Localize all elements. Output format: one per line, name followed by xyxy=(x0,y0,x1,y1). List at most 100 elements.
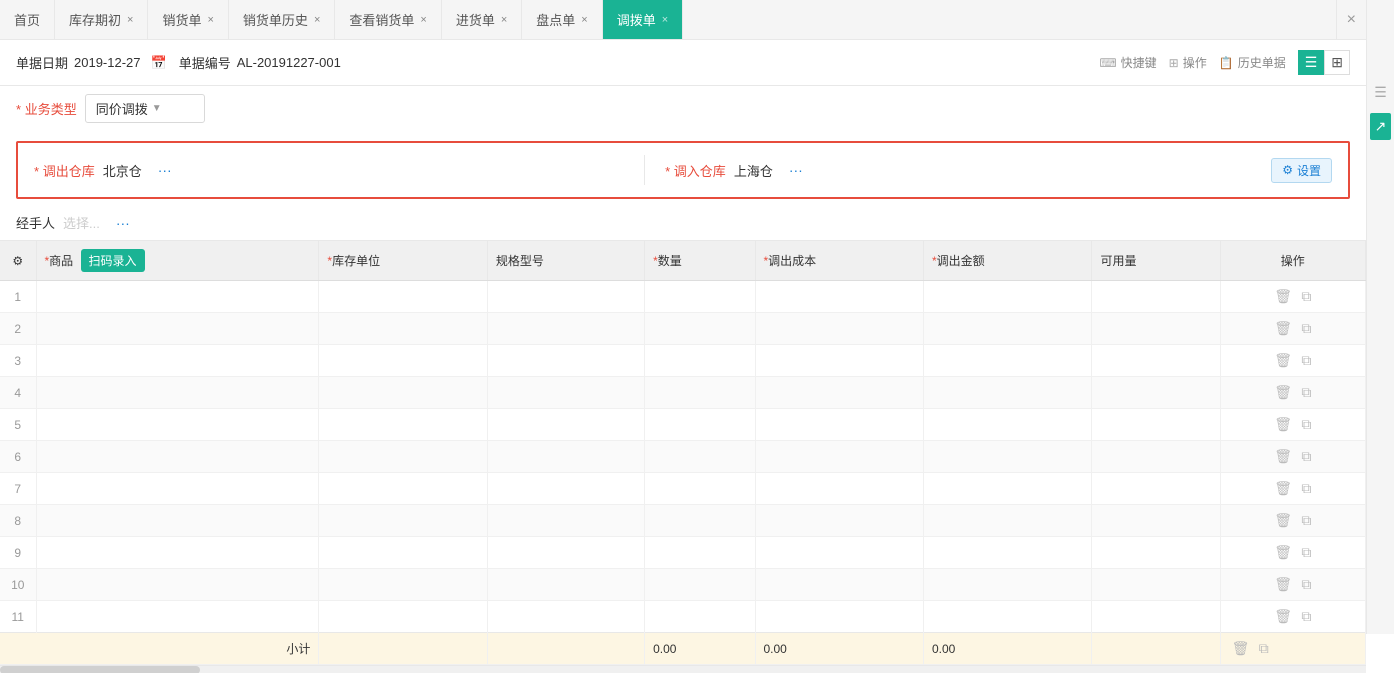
close-tab-inventory-check[interactable]: × xyxy=(581,14,587,26)
copy-row-icon[interactable]: ⧉ xyxy=(1301,320,1311,336)
close-tab-purchase-order[interactable]: × xyxy=(501,14,507,26)
cell-available[interactable] xyxy=(1092,313,1220,345)
scroll-thumb[interactable] xyxy=(0,666,200,673)
cell-cost[interactable] xyxy=(755,505,923,537)
delete-row-icon[interactable]: 🗑 xyxy=(1274,352,1292,368)
cell-qty[interactable] xyxy=(645,537,755,569)
cell-unit[interactable] xyxy=(319,473,487,505)
cell-spec[interactable] xyxy=(487,313,644,345)
tab-inventory-check[interactable]: 盘点单 × xyxy=(522,0,602,39)
cell-qty[interactable] xyxy=(645,377,755,409)
cell-available[interactable] xyxy=(1092,473,1220,505)
cell-available[interactable] xyxy=(1092,601,1220,633)
copy-row-icon[interactable]: ⧉ xyxy=(1301,544,1311,560)
copy-row-icon[interactable]: ⧉ xyxy=(1301,416,1311,432)
cell-cost[interactable] xyxy=(755,345,923,377)
cell-unit[interactable] xyxy=(319,409,487,441)
copy-row-icon[interactable]: ⧉ xyxy=(1301,448,1311,464)
cell-spec[interactable] xyxy=(487,601,644,633)
cell-product[interactable] xyxy=(36,505,319,537)
cell-amount[interactable] xyxy=(923,473,1091,505)
cell-amount[interactable] xyxy=(923,345,1091,377)
delete-row-icon[interactable]: 🗑 xyxy=(1274,544,1292,560)
view-grid-button[interactable]: ⊞ xyxy=(1324,50,1350,75)
cell-spec[interactable] xyxy=(487,441,644,473)
copy-row-icon[interactable]: ⧉ xyxy=(1301,576,1311,592)
cell-amount[interactable] xyxy=(923,505,1091,537)
handler-more[interactable]: ··· xyxy=(116,215,130,231)
cell-cost[interactable] xyxy=(755,313,923,345)
delete-row-icon[interactable]: 🗑 xyxy=(1274,480,1292,496)
cell-cost[interactable] xyxy=(755,281,923,313)
cell-spec[interactable] xyxy=(487,409,644,441)
tab-home[interactable]: 首页 xyxy=(0,0,55,39)
cell-amount[interactable] xyxy=(923,601,1091,633)
copy-row-icon[interactable]: ⧉ xyxy=(1301,608,1311,624)
warehouse-settings-button[interactable]: ⚙ 设置 xyxy=(1271,158,1332,183)
cell-product[interactable] xyxy=(36,537,319,569)
close-tab-view-sales[interactable]: × xyxy=(420,14,426,26)
scan-button[interactable]: 扫码录入 xyxy=(81,249,145,272)
cell-amount[interactable] xyxy=(923,441,1091,473)
cell-available[interactable] xyxy=(1092,569,1220,601)
warehouse-out-more[interactable]: ··· xyxy=(158,162,172,178)
copy-row-icon[interactable]: ⧉ xyxy=(1301,352,1311,368)
close-tab-sales-history[interactable]: × xyxy=(314,14,320,26)
cell-unit[interactable] xyxy=(319,441,487,473)
cell-available[interactable] xyxy=(1092,537,1220,569)
cell-spec[interactable] xyxy=(487,473,644,505)
cell-product[interactable] xyxy=(36,281,319,313)
subtotal-copy-icon[interactable]: ⧉ xyxy=(1259,640,1269,656)
cell-qty[interactable] xyxy=(645,281,755,313)
cell-amount[interactable] xyxy=(923,409,1091,441)
copy-row-icon[interactable]: ⧉ xyxy=(1301,480,1311,496)
business-type-select[interactable]: 同价调拨 ▼ xyxy=(85,94,205,123)
cell-amount[interactable] xyxy=(923,281,1091,313)
cell-amount[interactable] xyxy=(923,569,1091,601)
subtotal-delete-icon[interactable]: 🗑 xyxy=(1232,640,1250,656)
warehouse-in-more[interactable]: ··· xyxy=(789,162,803,178)
cell-spec[interactable] xyxy=(487,377,644,409)
cell-cost[interactable] xyxy=(755,409,923,441)
scroll-track[interactable] xyxy=(0,665,1366,673)
delete-row-icon[interactable]: 🗑 xyxy=(1274,384,1292,400)
cell-available[interactable] xyxy=(1092,441,1220,473)
cell-product[interactable] xyxy=(36,473,319,505)
delete-row-icon[interactable]: 🗑 xyxy=(1274,448,1292,464)
cell-available[interactable] xyxy=(1092,377,1220,409)
view-list-button[interactable]: ☰ xyxy=(1298,50,1325,75)
cell-qty[interactable] xyxy=(645,569,755,601)
history-action[interactable]: 📋 历史单据 xyxy=(1219,54,1286,71)
tab-view-sales[interactable]: 查看销货单 × xyxy=(335,0,441,39)
cell-spec[interactable] xyxy=(487,569,644,601)
tab-sales-order[interactable]: 销货单 × xyxy=(148,0,228,39)
tab-sales-history[interactable]: 销货单历史 × xyxy=(229,0,335,39)
close-tab-inventory-init[interactable]: × xyxy=(127,14,133,26)
cell-qty[interactable] xyxy=(645,473,755,505)
cell-qty[interactable] xyxy=(645,345,755,377)
cell-product[interactable] xyxy=(36,569,319,601)
cell-spec[interactable] xyxy=(487,537,644,569)
cell-product[interactable] xyxy=(36,313,319,345)
cell-qty[interactable] xyxy=(645,601,755,633)
table-settings-col[interactable]: ⚙ xyxy=(0,241,36,281)
cell-unit[interactable] xyxy=(319,537,487,569)
delete-row-icon[interactable]: 🗑 xyxy=(1274,416,1292,432)
tab-transfer[interactable]: 调拨单 × xyxy=(603,0,683,39)
cell-qty[interactable] xyxy=(645,313,755,345)
cell-amount[interactable] xyxy=(923,537,1091,569)
close-tab-sales-order[interactable]: × xyxy=(207,14,213,26)
tab-purchase-order[interactable]: 进货单 × xyxy=(442,0,522,39)
cell-unit[interactable] xyxy=(319,313,487,345)
cell-qty[interactable] xyxy=(645,505,755,537)
cell-product[interactable] xyxy=(36,377,319,409)
cell-product[interactable] xyxy=(36,345,319,377)
delete-row-icon[interactable]: 🗑 xyxy=(1274,576,1292,592)
close-tab-transfer[interactable]: × xyxy=(662,14,668,26)
cell-available[interactable] xyxy=(1092,409,1220,441)
cell-cost[interactable] xyxy=(755,537,923,569)
cell-unit[interactable] xyxy=(319,601,487,633)
cell-unit[interactable] xyxy=(319,505,487,537)
cell-spec[interactable] xyxy=(487,345,644,377)
sidebar-export-icon[interactable]: ↗ xyxy=(1370,113,1392,140)
